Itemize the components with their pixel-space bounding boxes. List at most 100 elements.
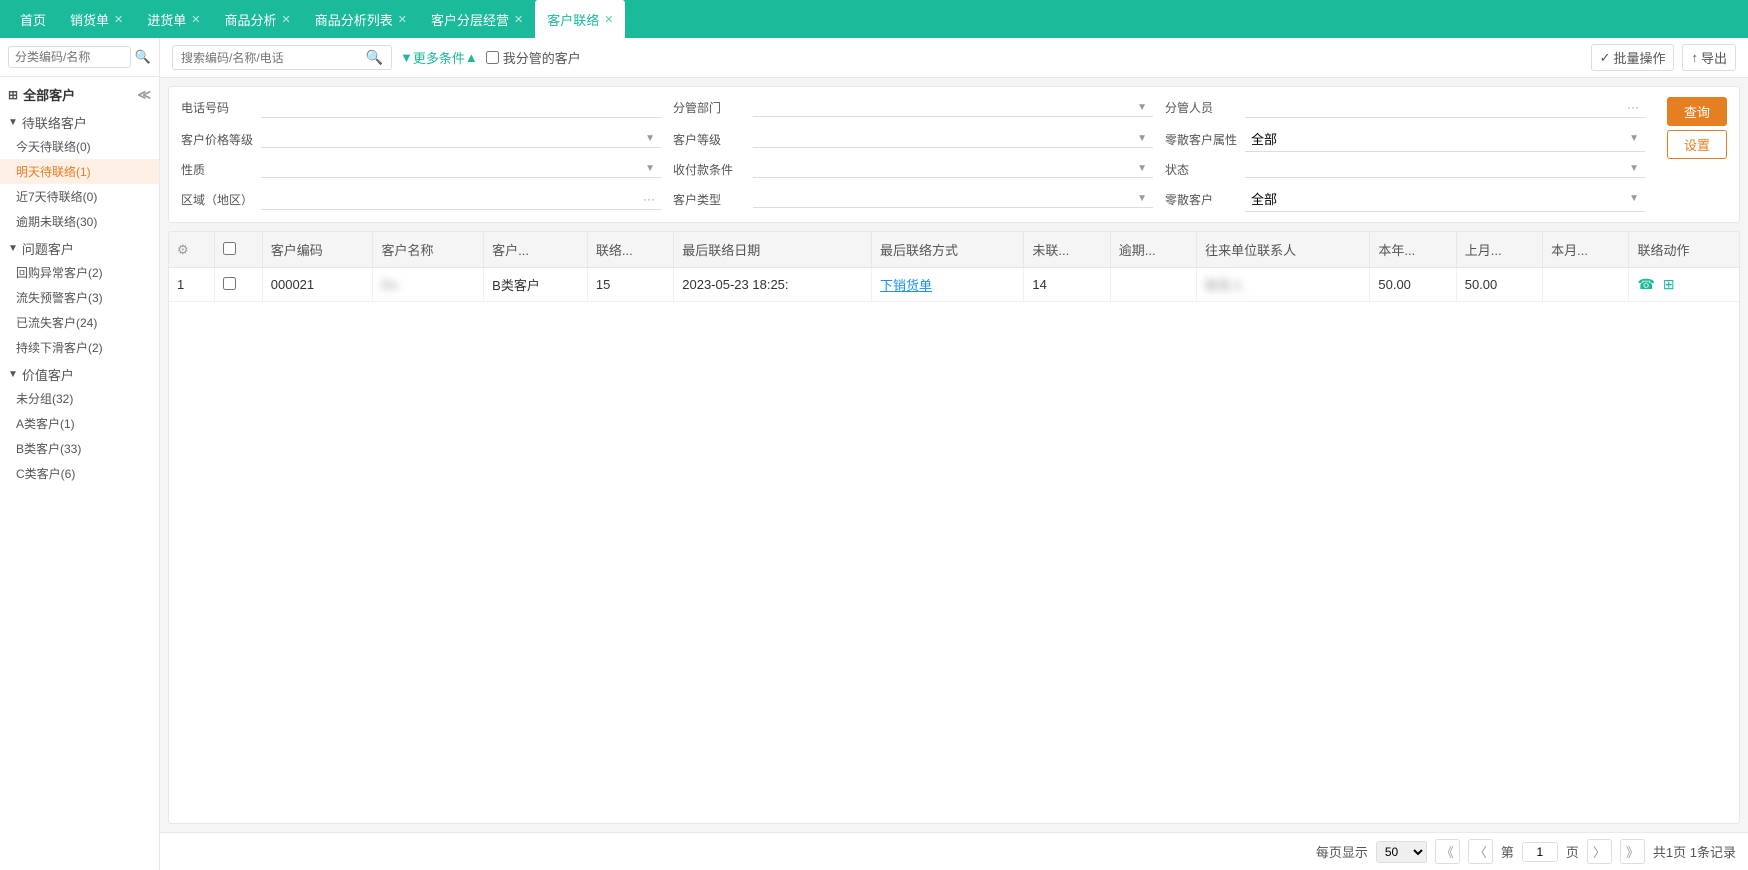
select-all-checkbox[interactable] xyxy=(223,242,236,255)
filter-row-2: 客户价格等级 ▼ 客户等级 ▼ xyxy=(181,126,1645,152)
per-page-select[interactable]: 50 100 200 xyxy=(1376,841,1427,863)
search-input[interactable] xyxy=(181,51,366,65)
more-conditions-btn[interactable]: ▼ 更多条件 ▲ xyxy=(400,48,478,67)
next-btn[interactable]: 〉 xyxy=(1587,839,1612,864)
filter-retail-customer-select[interactable]: 全部 ▼ xyxy=(1245,186,1645,212)
group-label-pending[interactable]: ▼ 待联络客户 xyxy=(0,108,159,134)
filter-price-level-select[interactable]: ▼ xyxy=(261,130,661,148)
filter-phone: 电话号码 xyxy=(181,97,661,118)
chevron-up-icon: ▲ xyxy=(465,50,478,65)
group-label-problem[interactable]: ▼ 问题客户 xyxy=(0,234,159,260)
all-customers-header[interactable]: ⊞ 全部客户 ≪ xyxy=(0,77,159,108)
col-overdue: 逾期... xyxy=(1110,232,1196,268)
filter-status-label: 状态 xyxy=(1165,161,1245,178)
filter-region-label: 区域（地区） xyxy=(181,191,261,208)
table-container: ⚙ 客户编码 客户名称 客户... 联络... 最后联络日期 最后联络方式 未联… xyxy=(168,231,1740,824)
top-nav: 首页 销货单 ✕ 进货单 ✕ 商品分析 ✕ 商品分析列表 ✕ 客户分层经营 ✕ … xyxy=(0,0,1748,38)
nav-customer-tier[interactable]: 客户分层经营 ✕ xyxy=(419,0,535,38)
row-checkbox[interactable] xyxy=(223,277,236,290)
cell-last-month: 50.00 xyxy=(1456,268,1542,302)
cell-last-date: 2023-05-23 18:25: xyxy=(674,268,872,302)
filter-payment-select[interactable]: ▼ xyxy=(753,160,1153,178)
filter-dept: 分管部门 ▼ xyxy=(673,99,1153,117)
toolbar: 🔍 ▼ 更多条件 ▲ 我分管的客户 ✓ 批量操作 ↑ 导出 xyxy=(160,38,1748,78)
total-label: 共1页 1条记录 xyxy=(1653,842,1736,861)
filter-customer-type-select[interactable]: ▼ xyxy=(753,190,1153,208)
nav-sales-order[interactable]: 销货单 ✕ xyxy=(58,0,135,38)
batch-op-btn[interactable]: ✓ 批量操作 xyxy=(1591,44,1675,71)
chevron-down-dept-icon: ▼ xyxy=(1137,102,1147,113)
nav-product-analysis[interactable]: 商品分析 ✕ xyxy=(212,0,302,38)
sidebar-item-7days[interactable]: 近7天待联络(0) xyxy=(0,184,159,209)
filter-customer-level-label: 客户等级 xyxy=(673,131,753,148)
sidebar-item-overdue[interactable]: 逾期未联络(30) xyxy=(0,209,159,234)
cell-type: B类客户 xyxy=(484,268,588,302)
sidebar-search-input[interactable] xyxy=(8,46,131,68)
filter-region-select[interactable]: ··· xyxy=(261,189,661,210)
filter-nature-select[interactable]: ▼ xyxy=(261,160,661,178)
content-area: 🔍 ▼ 更多条件 ▲ 我分管的客户 ✓ 批量操作 ↑ 导出 xyxy=(160,38,1748,870)
search-button[interactable]: 🔍 xyxy=(366,49,383,66)
filter-payment-label: 收付款条件 xyxy=(673,161,753,178)
filter-customer-level: 客户等级 ▼ xyxy=(673,130,1153,148)
nav-customer-contact[interactable]: 客户联络 ✕ xyxy=(535,0,625,38)
close-sales-order-icon[interactable]: ✕ xyxy=(114,13,123,26)
my-customers-checkbox[interactable] xyxy=(486,51,499,64)
filter-phone-input[interactable] xyxy=(261,97,661,118)
group-label-value[interactable]: ▼ 价值客户 xyxy=(0,360,159,386)
sidebar-search-wrap: 🔍 xyxy=(0,38,159,77)
chevron-down-nature-icon: ▼ xyxy=(645,163,655,174)
close-purchase-order-icon[interactable]: ✕ xyxy=(191,13,200,26)
cell-action: ☎ ⊞ xyxy=(1629,268,1739,302)
filter-status-select[interactable]: ▼ xyxy=(1245,160,1645,178)
filter-dept-select[interactable]: ▼ xyxy=(753,99,1153,117)
export-btn[interactable]: ↑ 导出 xyxy=(1682,44,1736,71)
contact-action-icon[interactable]: ☎ xyxy=(1637,276,1654,293)
col-last-contact-date: 最后联络日期 xyxy=(674,232,872,268)
query-button[interactable]: 查询 xyxy=(1667,97,1727,126)
gear-col-icon[interactable]: ⚙ xyxy=(177,242,189,257)
cell-index: 1 xyxy=(169,268,214,302)
next-group-btn[interactable]: 》 xyxy=(1620,839,1645,864)
close-product-analysis-icon[interactable]: ✕ xyxy=(282,13,291,26)
filter-customer-level-select[interactable]: ▼ xyxy=(753,130,1153,148)
main-layout: 🔍 ⊞ 全部客户 ≪ ▼ 待联络客户 今天待联络(0) 明天待联络(1) 近7天… xyxy=(0,38,1748,870)
filter-status: 状态 ▼ xyxy=(1165,160,1645,178)
sidebar-item-repurchase-abnormal[interactable]: 回购异常客户(2) xyxy=(0,260,159,285)
sidebar-item-tomorrow[interactable]: 明天待联络(1) xyxy=(0,159,159,184)
collapse-icon[interactable]: ≪ xyxy=(137,87,151,103)
close-customer-tier-icon[interactable]: ✕ xyxy=(514,13,523,26)
prev-group-btn[interactable]: 《 xyxy=(1435,839,1460,864)
nav-purchase-order[interactable]: 进货单 ✕ xyxy=(135,0,212,38)
sidebar-item-class-a[interactable]: A类客户(1) xyxy=(0,411,159,436)
cell-checkbox xyxy=(214,268,262,302)
prev-btn[interactable]: 〈 xyxy=(1468,839,1493,864)
nav-product-analysis-list[interactable]: 商品分析列表 ✕ xyxy=(303,0,419,38)
sidebar-item-today[interactable]: 今天待联络(0) xyxy=(0,134,159,159)
sidebar-item-churned[interactable]: 已流失客户(24) xyxy=(0,310,159,335)
set-button[interactable]: 设置 xyxy=(1667,130,1727,159)
sidebar-item-churn-warning[interactable]: 流失预警客户(3) xyxy=(0,285,159,310)
col-this-month: 本月... xyxy=(1543,232,1629,268)
filter-panel: 电话号码 分管部门 ▼ 分管人员 xyxy=(168,86,1740,223)
sidebar: 🔍 ⊞ 全部客户 ≪ ▼ 待联络客户 今天待联络(0) 明天待联络(1) 近7天… xyxy=(0,38,160,870)
filter-person-select[interactable]: ··· xyxy=(1245,97,1645,118)
page-label: 第 xyxy=(1501,842,1514,861)
table-row: 1 000021 Ea B类客户 15 2023-05-23 18:25: 下销… xyxy=(169,268,1739,302)
cell-uncontacted: 14 xyxy=(1024,268,1110,302)
sidebar-item-class-b[interactable]: B类客户(33) xyxy=(0,436,159,461)
dots-person-icon: ··· xyxy=(1627,100,1639,114)
last-method-link[interactable]: 下销货单 xyxy=(880,278,932,293)
close-product-analysis-list-icon[interactable]: ✕ xyxy=(398,13,407,26)
sidebar-search-icon[interactable]: 🔍 xyxy=(135,49,151,65)
sidebar-item-declining[interactable]: 持续下滑客户(2) xyxy=(0,335,159,360)
action-buttons: 查询 设置 xyxy=(1667,97,1727,159)
close-customer-contact-icon[interactable]: ✕ xyxy=(604,13,613,26)
sidebar-item-ungrouped[interactable]: 未分组(32) xyxy=(0,386,159,411)
table-header-row: ⚙ 客户编码 客户名称 客户... 联络... 最后联络日期 最后联络方式 未联… xyxy=(169,232,1739,268)
sidebar-item-class-c[interactable]: C类客户(6) xyxy=(0,461,159,486)
page-input[interactable] xyxy=(1522,842,1558,862)
nav-home[interactable]: 首页 xyxy=(8,0,58,38)
more-action-icon[interactable]: ⊞ xyxy=(1663,276,1675,293)
filter-retail-attr-select[interactable]: 全部 ▼ xyxy=(1245,126,1645,152)
